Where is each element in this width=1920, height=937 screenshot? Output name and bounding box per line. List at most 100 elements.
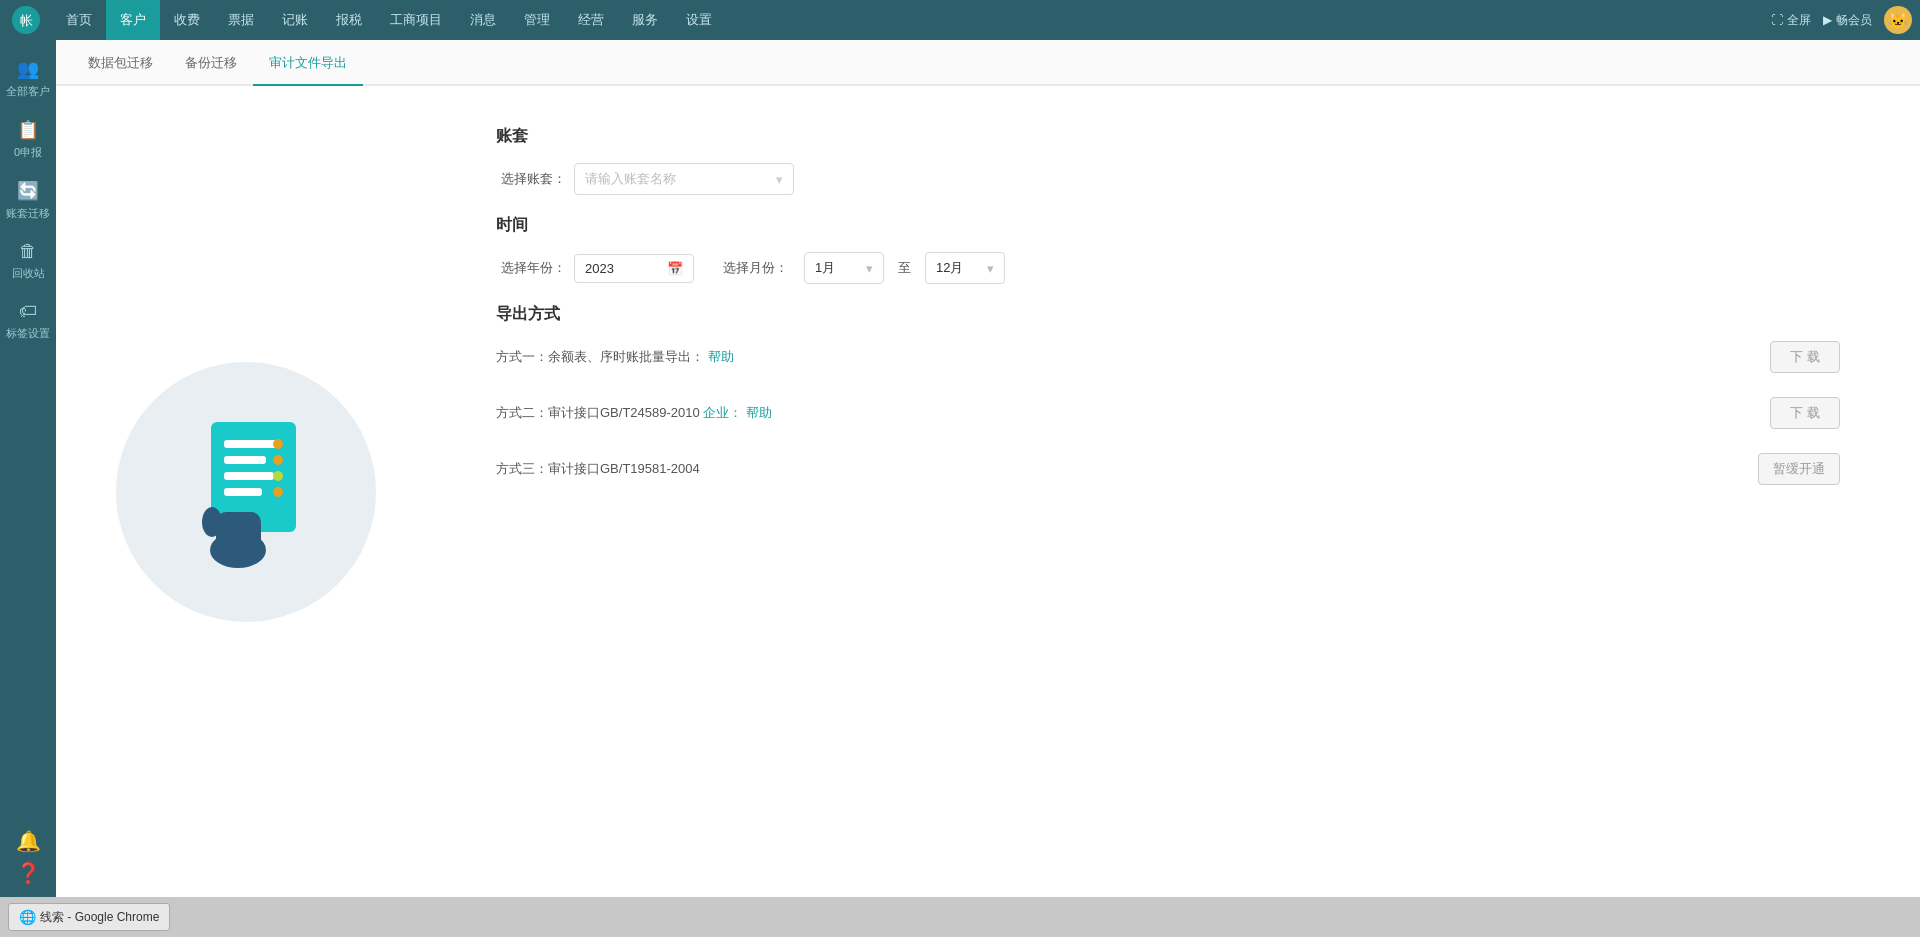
svg-point-10 bbox=[273, 487, 283, 497]
method-2-text: 方式二：审计接口GB/T24589-2010 企业： 帮助 bbox=[496, 404, 772, 422]
member-label: 畅会员 bbox=[1836, 12, 1872, 29]
nav-invoice[interactable]: 票据 bbox=[214, 0, 268, 40]
account-migrate-icon: 🔄 bbox=[17, 180, 39, 202]
time-row: 2023 📅 选择月份： 1月 ▾ 至 12月 ▾ bbox=[574, 252, 1005, 284]
svg-point-9 bbox=[273, 471, 283, 481]
account-section-title: 账套 bbox=[496, 126, 1860, 147]
sidebar-account-migrate-label: 账套迁移 bbox=[6, 206, 50, 221]
svg-rect-12 bbox=[216, 512, 261, 557]
nav-bookkeeping[interactable]: 记账 bbox=[268, 0, 322, 40]
sidebar-item-tag-settings[interactable]: 🏷 标签设置 bbox=[0, 291, 56, 351]
svg-point-13 bbox=[202, 507, 222, 537]
sidebar-item-account-migrate[interactable]: 🔄 账套迁移 bbox=[0, 170, 56, 231]
sidebar-item-recycle[interactable]: 🗑 回收站 bbox=[0, 231, 56, 291]
illustration-svg bbox=[166, 402, 326, 582]
account-dropdown-icon: ▾ bbox=[776, 172, 783, 187]
svg-rect-4 bbox=[224, 456, 266, 464]
fullscreen-icon: ⛶ bbox=[1771, 13, 1783, 27]
tab-data-migrate[interactable]: 数据包迁移 bbox=[72, 42, 169, 86]
month-start-dropdown-icon: ▾ bbox=[866, 261, 873, 276]
export-section-title: 导出方式 bbox=[496, 304, 1860, 325]
export-method-3: 方式三：审计接口GB/T19581-2004 暂缓开通 bbox=[496, 453, 1860, 485]
all-customers-icon: 👥 bbox=[17, 58, 39, 80]
svg-point-7 bbox=[273, 439, 283, 449]
svg-point-8 bbox=[273, 455, 283, 465]
month-label: 选择月份： bbox=[718, 259, 788, 277]
help-icon[interactable]: ❓ bbox=[16, 861, 41, 885]
method-3-label: 方式三：审计接口GB/T19581-2004 bbox=[496, 461, 700, 476]
tab-audit-export[interactable]: 审计文件导出 bbox=[253, 42, 363, 86]
sidebar-recycle-label: 回收站 bbox=[12, 266, 45, 281]
user-avatar[interactable]: 🐱 bbox=[1884, 6, 1912, 34]
tab-backup-migrate[interactable]: 备份迁移 bbox=[169, 42, 253, 86]
month-start-value: 1月 bbox=[815, 259, 835, 277]
month-end-dropdown-icon: ▾ bbox=[987, 261, 994, 276]
sidebar-zero-declare-label: 0申报 bbox=[14, 145, 42, 160]
export-method-2: 方式二：审计接口GB/T24589-2010 企业： 帮助 下 载 bbox=[496, 397, 1860, 429]
top-nav-right: ⛶ 全屏 ▶ 畅会员 🐱 bbox=[1771, 6, 1912, 34]
svg-rect-6 bbox=[224, 488, 262, 496]
taskbar-chrome-item[interactable]: 🌐 线索 - Google Chrome bbox=[8, 903, 170, 931]
fullscreen-button[interactable]: ⛶ 全屏 bbox=[1771, 12, 1811, 29]
top-navigation: 帐 首页 客户 收费 票据 记账 报税 工商项目 消息 管理 经营 服务 设置 … bbox=[0, 0, 1920, 40]
calendar-icon: 📅 bbox=[667, 261, 683, 276]
svg-rect-5 bbox=[224, 472, 274, 480]
illustration-side bbox=[56, 86, 436, 897]
month-end-select[interactable]: 12月 ▾ bbox=[925, 252, 1005, 284]
nav-tax[interactable]: 报税 bbox=[322, 0, 376, 40]
illustration-circle bbox=[116, 362, 376, 622]
nav-message[interactable]: 消息 bbox=[456, 0, 510, 40]
nav-home[interactable]: 首页 bbox=[52, 0, 106, 40]
tag-settings-icon: 🏷 bbox=[19, 301, 37, 322]
method-1-label: 方式一：余额表、序时账批量导出： bbox=[496, 349, 704, 364]
nav-fee[interactable]: 收费 bbox=[160, 0, 214, 40]
taskbar-chrome-label: 线索 - Google Chrome bbox=[40, 909, 159, 926]
year-value: 2023 bbox=[585, 261, 614, 276]
export-method-1: 方式一：余额表、序时账批量导出： 帮助 下 载 bbox=[496, 341, 1860, 373]
account-form-row: 选择账套： 请输入账套名称 ▾ bbox=[496, 163, 1860, 195]
year-label: 选择年份： bbox=[496, 259, 566, 277]
account-placeholder: 请输入账套名称 bbox=[585, 170, 676, 188]
method-3-text: 方式三：审计接口GB/T19581-2004 bbox=[496, 460, 700, 478]
sidebar: 👥 全部客户 📋 0申报 🔄 账套迁移 🗑 回收站 🏷 标签设置 🔔 ❓ bbox=[0, 40, 56, 897]
method-2-label: 方式二：审计接口GB/T24589-2010 bbox=[496, 405, 700, 420]
tab-bar: 数据包迁移 备份迁移 审计文件导出 bbox=[56, 40, 1920, 86]
sidebar-all-customers-label: 全部客户 bbox=[6, 84, 50, 99]
nav-operation[interactable]: 经营 bbox=[564, 0, 618, 40]
year-input[interactable]: 2023 📅 bbox=[574, 254, 694, 283]
sidebar-item-zero-declare[interactable]: 📋 0申报 bbox=[0, 109, 56, 170]
fullscreen-label: 全屏 bbox=[1787, 12, 1811, 29]
method-3-open-button[interactable]: 暂缓开通 bbox=[1758, 453, 1840, 485]
main-content: 账套 选择账套： 请输入账套名称 ▾ 时间 选择年份： 2023 bbox=[56, 86, 1920, 897]
form-side: 账套 选择账套： 请输入账套名称 ▾ 时间 选择年份： 2023 bbox=[436, 86, 1920, 897]
month-start-select[interactable]: 1月 ▾ bbox=[804, 252, 884, 284]
nav-settings[interactable]: 设置 bbox=[672, 0, 726, 40]
member-button[interactable]: ▶ 畅会员 bbox=[1823, 12, 1872, 29]
account-label: 选择账套： bbox=[496, 170, 566, 188]
app-logo: 帐 bbox=[8, 2, 44, 38]
method-1-download-button[interactable]: 下 载 bbox=[1770, 341, 1840, 373]
method-2-enterprise-link[interactable]: 企业： bbox=[703, 405, 742, 420]
nav-customer[interactable]: 客户 bbox=[106, 0, 160, 40]
chrome-icon: 🌐 bbox=[19, 909, 36, 925]
nav-manage[interactable]: 管理 bbox=[510, 0, 564, 40]
notification-icon[interactable]: 🔔 bbox=[16, 829, 41, 853]
sidebar-bottom: 🔔 ❓ bbox=[16, 829, 41, 897]
svg-text:帐: 帐 bbox=[20, 13, 33, 28]
sidebar-tag-settings-label: 标签设置 bbox=[6, 326, 50, 341]
main-layout: 👥 全部客户 📋 0申报 🔄 账套迁移 🗑 回收站 🏷 标签设置 🔔 ❓ 数据包… bbox=[0, 40, 1920, 897]
month-end-value: 12月 bbox=[936, 259, 963, 277]
method-2-help-link[interactable]: 帮助 bbox=[746, 405, 772, 420]
time-form-row: 选择年份： 2023 📅 选择月份： 1月 ▾ 至 12月 bbox=[496, 252, 1860, 284]
nav-business[interactable]: 工商项目 bbox=[376, 0, 456, 40]
time-section-title: 时间 bbox=[496, 215, 1860, 236]
time-separator: 至 bbox=[898, 259, 911, 277]
sidebar-item-all-customers[interactable]: 👥 全部客户 bbox=[0, 48, 56, 109]
svg-rect-3 bbox=[224, 440, 279, 448]
account-select[interactable]: 请输入账套名称 ▾ bbox=[574, 163, 794, 195]
zero-declare-icon: 📋 bbox=[17, 119, 39, 141]
nav-service[interactable]: 服务 bbox=[618, 0, 672, 40]
method-2-download-button[interactable]: 下 载 bbox=[1770, 397, 1840, 429]
method-1-help-link[interactable]: 帮助 bbox=[708, 349, 734, 364]
member-icon: ▶ bbox=[1823, 13, 1832, 27]
